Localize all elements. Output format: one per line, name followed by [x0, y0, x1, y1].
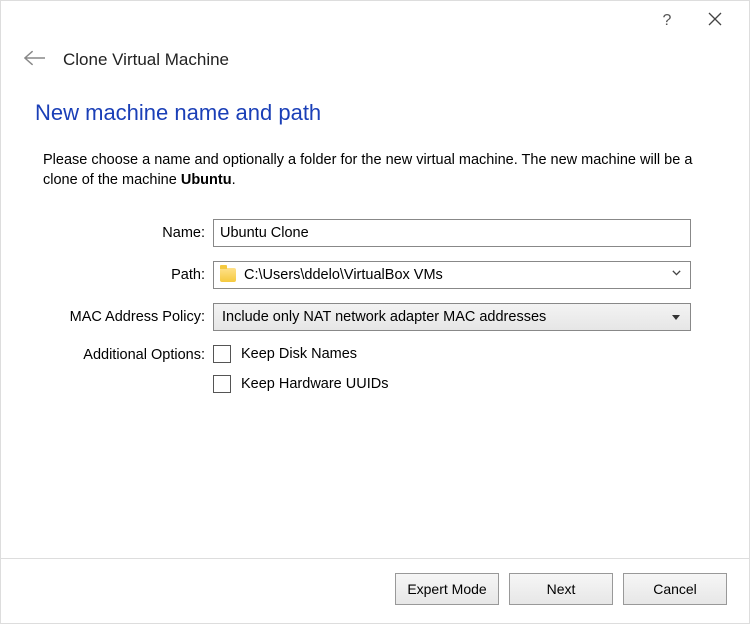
- page-title: New machine name and path: [35, 100, 715, 126]
- form: Name: Path: C:\Users\ddelo\VirtualBox VM…: [35, 219, 691, 393]
- folder-icon: [220, 268, 236, 282]
- path-label: Path:: [35, 267, 205, 283]
- cancel-button[interactable]: Cancel: [623, 573, 727, 605]
- description-pre: Please choose a name and optionally a fo…: [43, 152, 692, 188]
- path-select[interactable]: C:\Users\ddelo\VirtualBox VMs: [213, 261, 691, 289]
- mac-policy-select[interactable]: Include only NAT network adapter MAC add…: [213, 303, 691, 331]
- description-post: .: [232, 172, 236, 188]
- wizard-header: Clone Virtual Machine: [1, 41, 749, 84]
- dropdown-triangle-icon: [672, 315, 680, 320]
- help-icon[interactable]: ?: [657, 12, 677, 30]
- keep-disk-names-label: Keep Disk Names: [241, 346, 357, 362]
- titlebar: ?: [1, 1, 749, 41]
- next-button[interactable]: Next: [509, 573, 613, 605]
- keep-disk-names-checkbox[interactable]: [213, 345, 231, 363]
- description-machine-name: Ubuntu: [181, 172, 232, 188]
- keep-hardware-uuids-label: Keep Hardware UUIDs: [241, 376, 388, 392]
- expert-mode-button[interactable]: Expert Mode: [395, 573, 499, 605]
- footer: Expert Mode Next Cancel: [1, 558, 749, 623]
- keep-hardware-uuids-checkbox[interactable]: [213, 375, 231, 393]
- content: New machine name and path Please choose …: [1, 84, 749, 558]
- header-title: Clone Virtual Machine: [63, 50, 229, 70]
- chevron-down-icon: [671, 266, 682, 282]
- mac-policy-value: Include only NAT network adapter MAC add…: [222, 309, 546, 325]
- name-label: Name:: [35, 225, 205, 241]
- keep-disk-names-row: Keep Disk Names: [213, 345, 691, 363]
- additional-options-group: Keep Disk Names Keep Hardware UUIDs: [213, 345, 691, 393]
- name-input[interactable]: [213, 219, 691, 247]
- path-value: C:\Users\ddelo\VirtualBox VMs: [244, 267, 443, 283]
- back-icon[interactable]: [23, 49, 45, 70]
- mac-policy-label: MAC Address Policy:: [35, 309, 205, 325]
- description: Please choose a name and optionally a fo…: [43, 150, 707, 191]
- close-icon[interactable]: [705, 12, 725, 31]
- keep-hardware-uuids-row: Keep Hardware UUIDs: [213, 375, 691, 393]
- additional-options-label: Additional Options:: [35, 345, 205, 363]
- clone-vm-dialog: ? Clone Virtual Machine New machine name…: [0, 0, 750, 624]
